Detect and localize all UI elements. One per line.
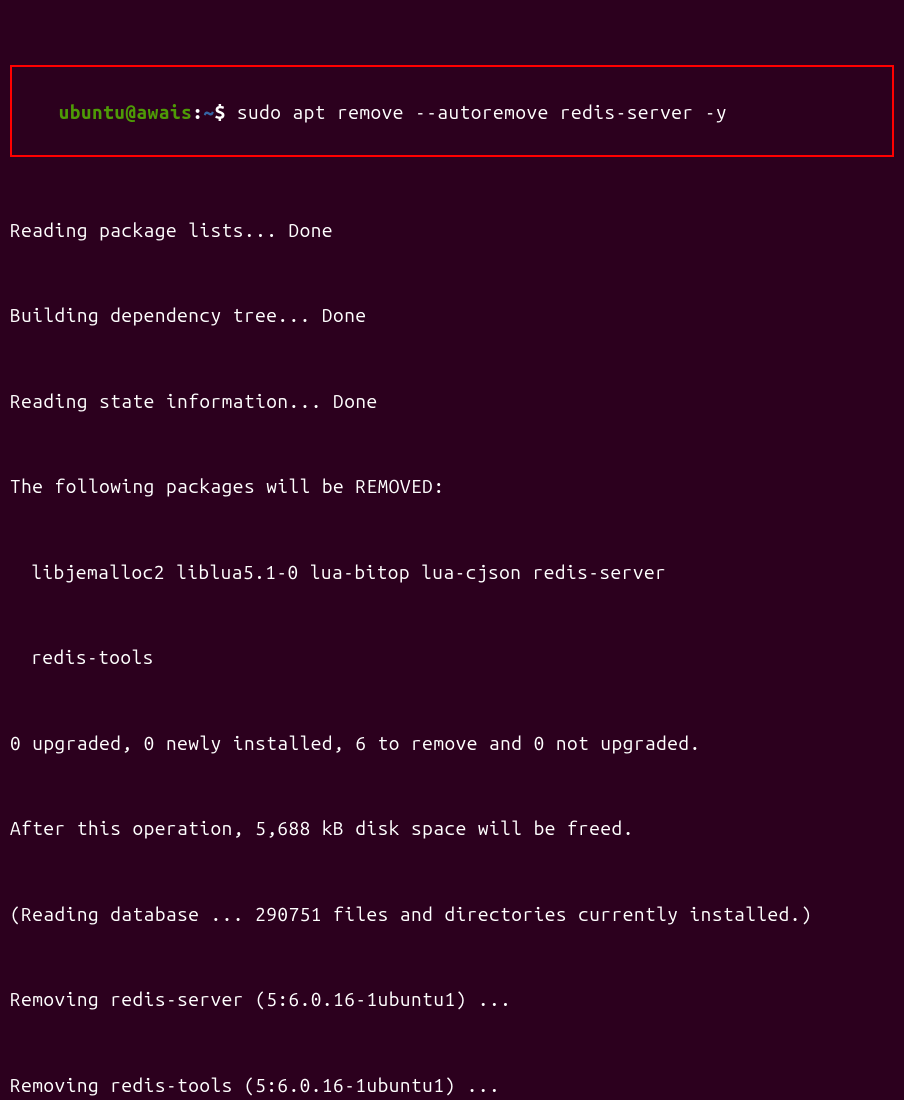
output-removing-2: Removing redis-tools (5:6.0.16-1ubuntu1)… [10,1071,894,1100]
prompt-line-1: ubuntu@awais:~$ sudo apt remove --autore… [59,101,727,123]
highlighted-command-box: ubuntu@awais:~$ sudo apt remove --autore… [10,65,894,157]
output-packages-list-2: redis-tools [10,643,894,672]
terminal-window[interactable]: ubuntu@awais:~$ sudo apt remove --autore… [10,8,894,1100]
output-building-tree: Building dependency tree... Done [10,301,894,330]
dollar-1: $ [215,101,237,123]
path-1: ~ [203,101,214,123]
output-packages-list-1: libjemalloc2 liblua5.1-0 lua-bitop lua-c… [10,558,894,587]
user-host-1: ubuntu@awais [59,101,193,123]
output-upgrade-summary: 0 upgraded, 0 newly installed, 6 to remo… [10,729,894,758]
output-removing-1: Removing redis-server (5:6.0.16-1ubuntu1… [10,985,894,1014]
command-text: sudo apt remove --autoremove redis-serve… [237,101,727,123]
output-reading-db: (Reading database ... 290751 files and d… [10,900,894,929]
colon-1: : [192,101,203,123]
output-reading-state: Reading state information... Done [10,387,894,416]
output-disk-space: After this operation, 5,688 kB disk spac… [10,814,894,843]
output-reading-packages: Reading package lists... Done [10,216,894,245]
output-removed-header: The following packages will be REMOVED: [10,472,894,501]
